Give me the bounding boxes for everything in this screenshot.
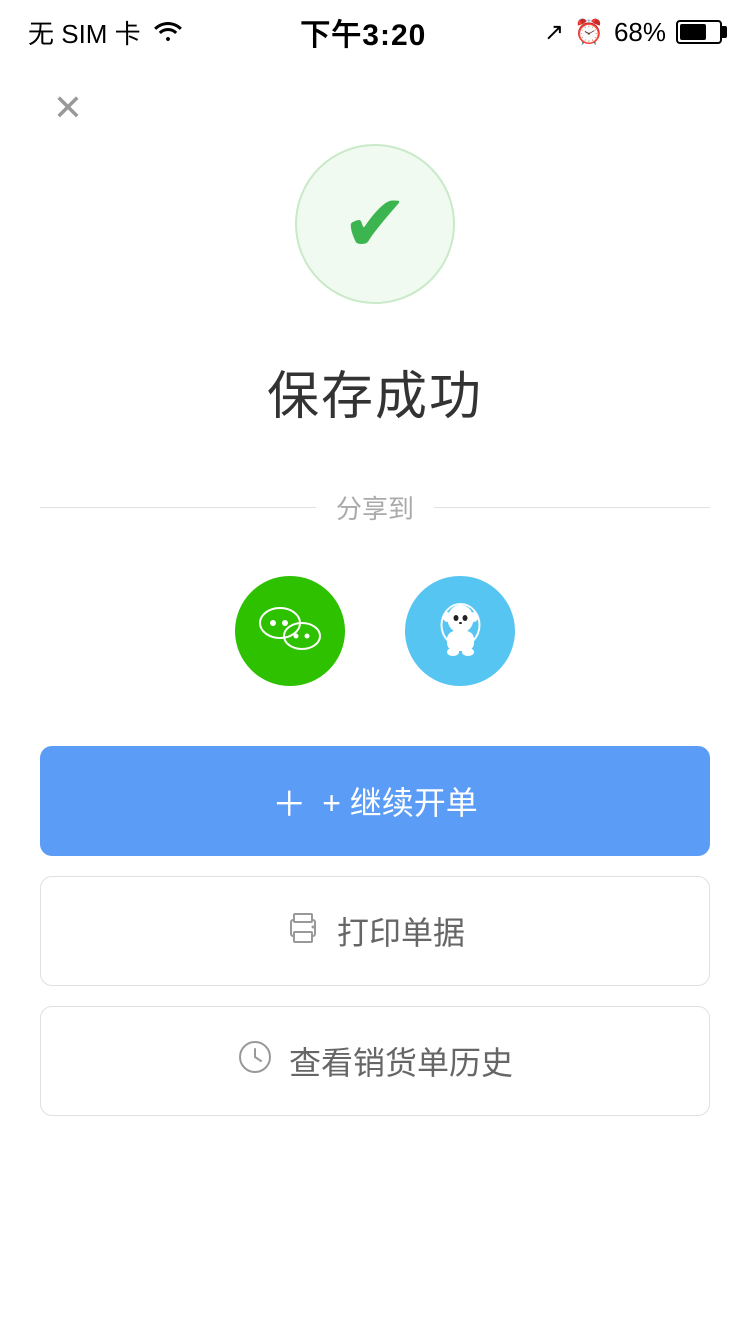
carrier-text: 无 SIM 卡	[28, 14, 141, 51]
clock-icon	[237, 1039, 273, 1084]
battery-pct: 68%	[614, 17, 666, 48]
battery-bar	[676, 20, 722, 44]
location-icon: ↗	[544, 18, 564, 47]
close-icon: ✕	[53, 90, 83, 126]
qq-icon	[433, 597, 488, 665]
divider-line-left	[40, 507, 316, 508]
status-left: 无 SIM 卡	[28, 14, 183, 51]
time-display: 下午3:20	[300, 10, 426, 54]
print-icon	[285, 910, 321, 953]
share-divider: 分享到	[40, 489, 710, 526]
battery-fill	[680, 24, 706, 40]
share-label: 分享到	[336, 489, 414, 526]
share-section: 分享到	[0, 489, 750, 686]
divider-line-right	[434, 507, 710, 508]
wechat-share-button[interactable]	[235, 576, 345, 686]
check-icon: ✔	[341, 184, 408, 264]
actions: ＋ + 继续开单 打印单据 查看销货单历史	[0, 746, 750, 1116]
status-right: ↗ ⏰ 68%	[544, 17, 722, 48]
qq-share-button[interactable]	[405, 576, 515, 686]
print-label: 打印单据	[337, 908, 465, 954]
continue-order-label: + 继续开单	[322, 778, 478, 824]
plus-icon: ＋	[272, 777, 306, 826]
success-title: 保存成功	[267, 354, 483, 429]
continue-order-button[interactable]: ＋ + 继续开单	[40, 746, 710, 856]
print-button[interactable]: 打印单据	[40, 876, 710, 986]
main-content: ✔ 保存成功 分享到	[0, 64, 750, 1116]
share-icons	[40, 576, 710, 686]
close-button[interactable]: ✕	[40, 80, 96, 136]
wifi-icon	[153, 17, 183, 48]
status-bar: 无 SIM 卡 下午3:20 ↗ ⏰ 68%	[0, 0, 750, 64]
history-button[interactable]: 查看销货单历史	[40, 1006, 710, 1116]
success-circle: ✔	[295, 144, 455, 304]
alarm-icon: ⏰	[574, 18, 604, 47]
wechat-icon	[255, 601, 325, 661]
history-label: 查看销货单历史	[289, 1038, 513, 1084]
